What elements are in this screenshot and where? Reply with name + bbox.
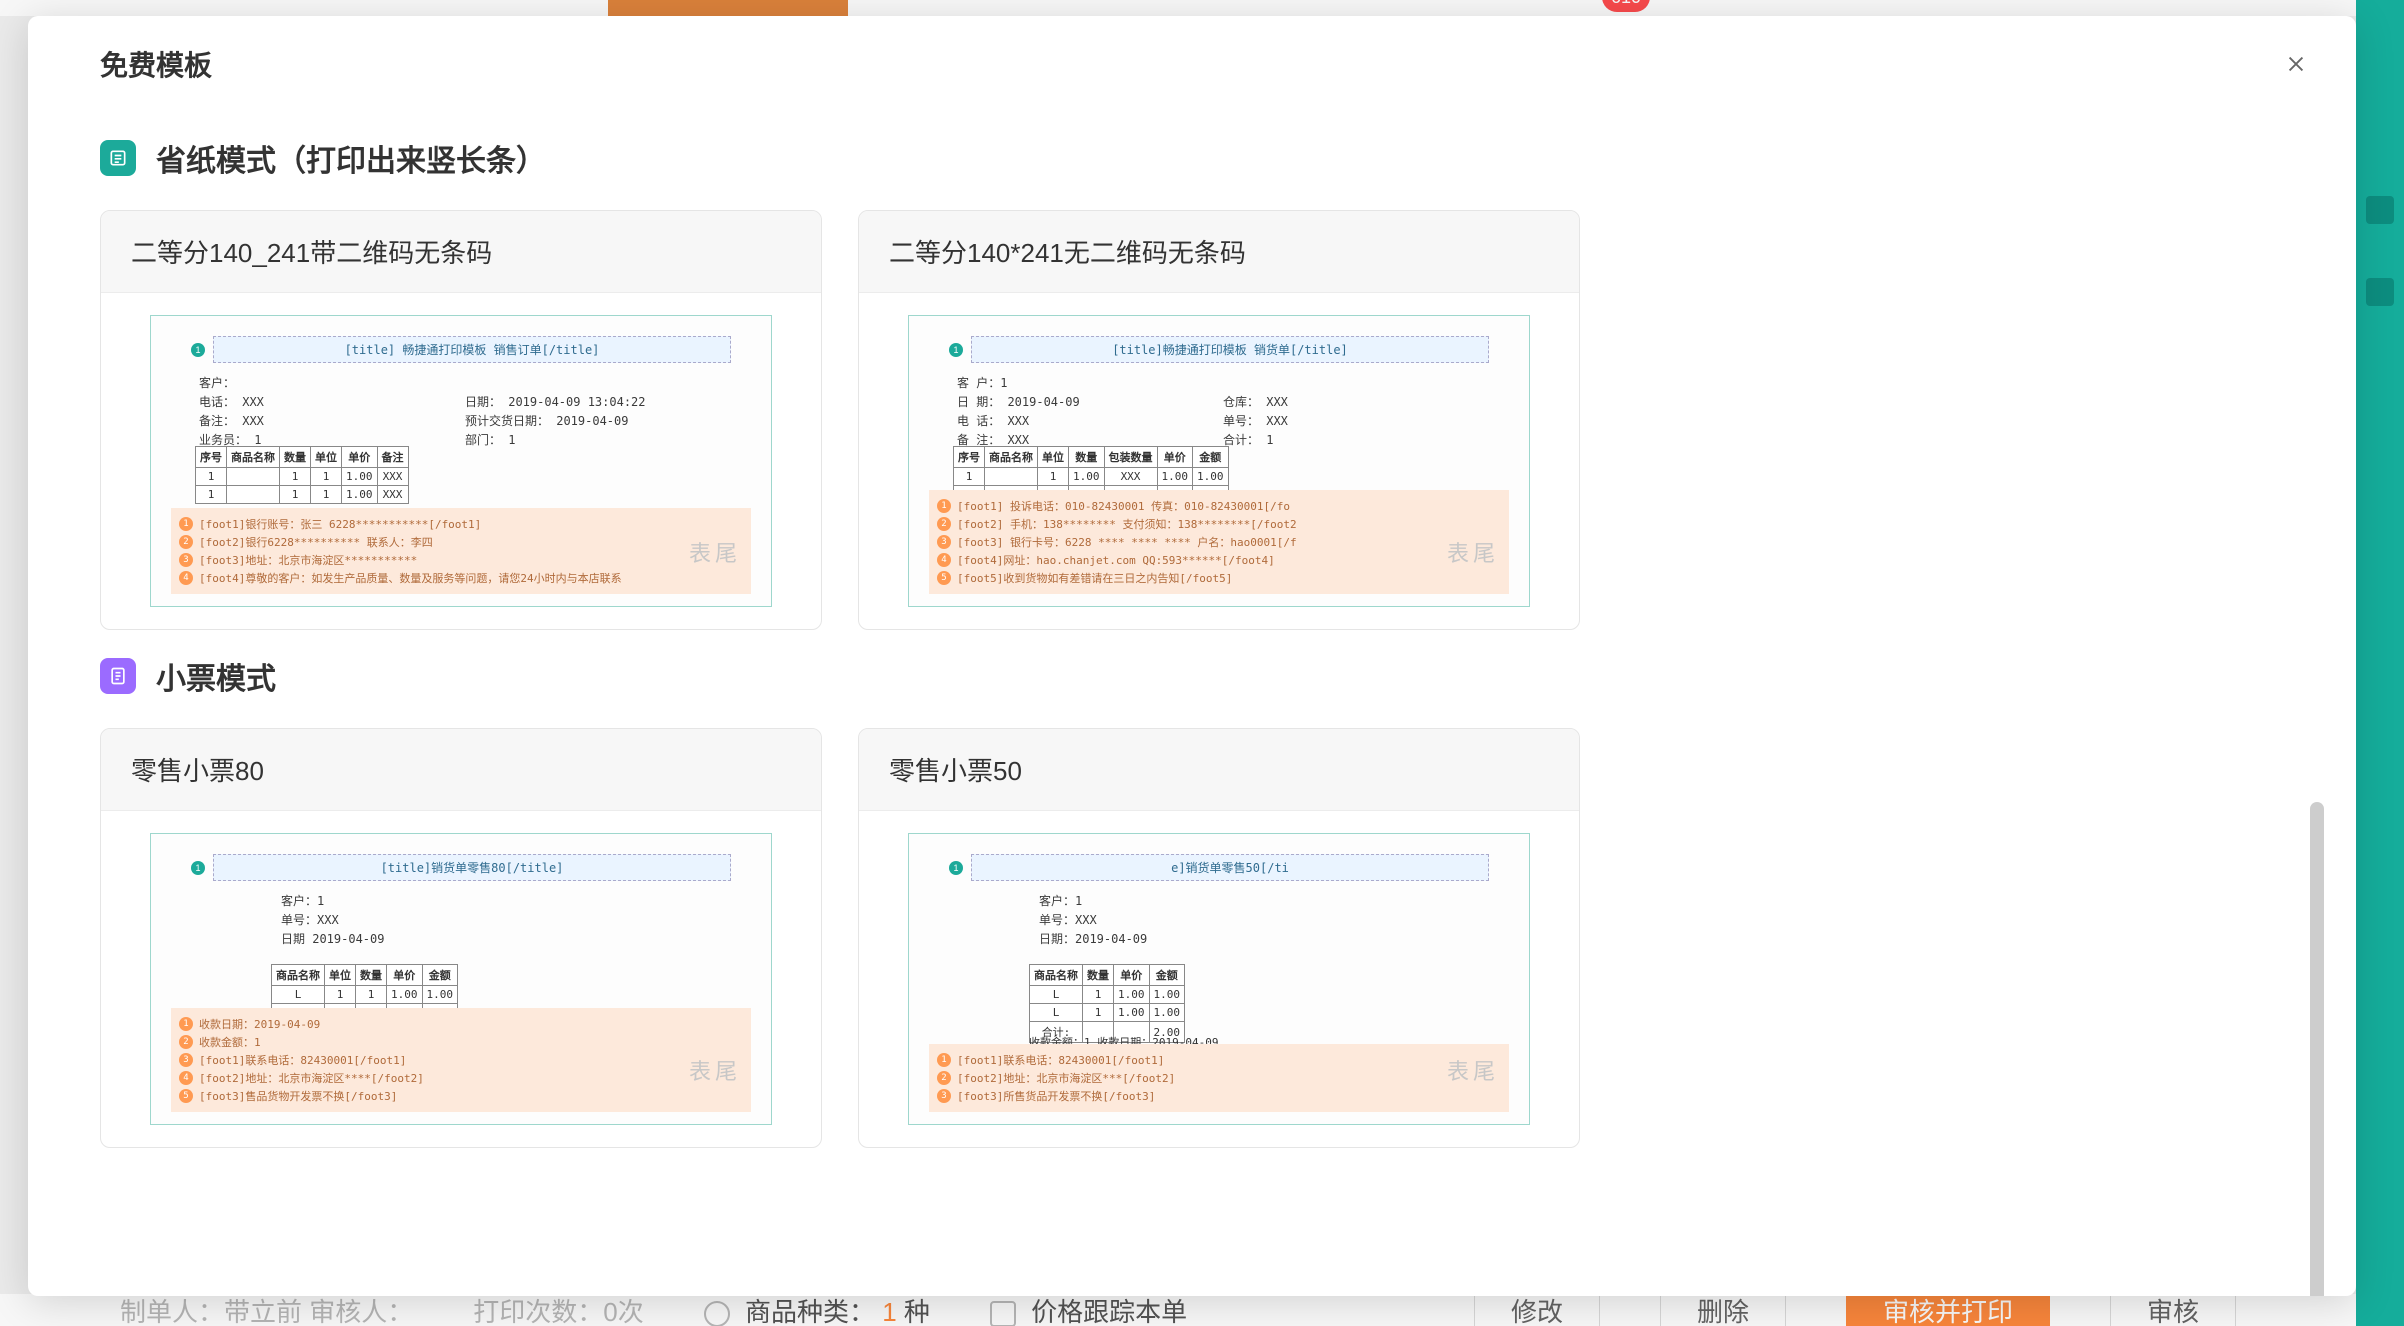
template-card-title: 二等分140*241无二维码无条码 [859,211,1579,293]
section-receipt: 小票模式 零售小票80 1[title]销货单零售80[/title] 客户：1… [100,654,2296,1148]
modal-header: 免费模板 [28,16,2356,112]
template-card-preview: 1[title]畅捷通打印模板 销货单[/title] 客 户：1日 期： 20… [859,293,1579,629]
section-paper_save: 省纸模式（打印出来竖长条） 二等分140_241带二维码无条码 1[title]… [100,136,2296,630]
template-card-tpl_retail_50[interactable]: 零售小票50 1e]销货单零售50[/ti 客户：1单号：XXX日期：2019-… [858,728,1580,1148]
card-row: 零售小票80 1[title]销货单零售80[/title] 客户：1单号：XX… [100,728,2296,1148]
free-templates-modal: 免费模板 省纸模式（打印出来竖长条） 二等分140_241带二维码无条码 1[t… [28,16,2356,1296]
template-card-preview: 1[title]销货单零售80[/title] 客户：1单号：XXX日期 201… [101,811,821,1147]
card-row: 二等分140_241带二维码无条码 1[title] 畅捷通打印模板 销售订单[… [100,210,2296,630]
section-header: 省纸模式（打印出来竖长条） [100,136,2296,180]
template-card-tpl_140_241_qr[interactable]: 二等分140_241带二维码无条码 1[title] 畅捷通打印模板 销售订单[… [100,210,822,630]
close-icon [2285,53,2307,75]
modal-body: 省纸模式（打印出来竖长条） 二等分140_241带二维码无条码 1[title]… [28,112,2356,1296]
template-card-tpl_140x241_noqr[interactable]: 二等分140*241无二维码无条码 1[title]畅捷通打印模板 销货单[/t… [858,210,1580,630]
template-card-title: 零售小票50 [859,729,1579,811]
section-title: 小票模式 [156,654,276,698]
section-header: 小票模式 [100,654,2296,698]
modal-title: 免费模板 [100,44,212,84]
section-icon [100,140,136,176]
template-card-preview: 1e]销货单零售50[/ti 客户：1单号：XXX日期：2019-04-09 商… [859,811,1579,1147]
section-icon [100,658,136,694]
template-card-title: 零售小票80 [101,729,821,811]
template-card-preview: 1[title] 畅捷通打印模板 销售订单[/title] 客户：电话： XXX… [101,293,821,629]
close-button[interactable] [2276,44,2316,84]
scrollbar-thumb[interactable] [2310,802,2324,1296]
section-title: 省纸模式（打印出来竖长条） [156,136,546,180]
template-card-tpl_retail_80[interactable]: 零售小票80 1[title]销货单零售80[/title] 客户：1单号：XX… [100,728,822,1148]
template-card-title: 二等分140_241带二维码无条码 [101,211,821,293]
